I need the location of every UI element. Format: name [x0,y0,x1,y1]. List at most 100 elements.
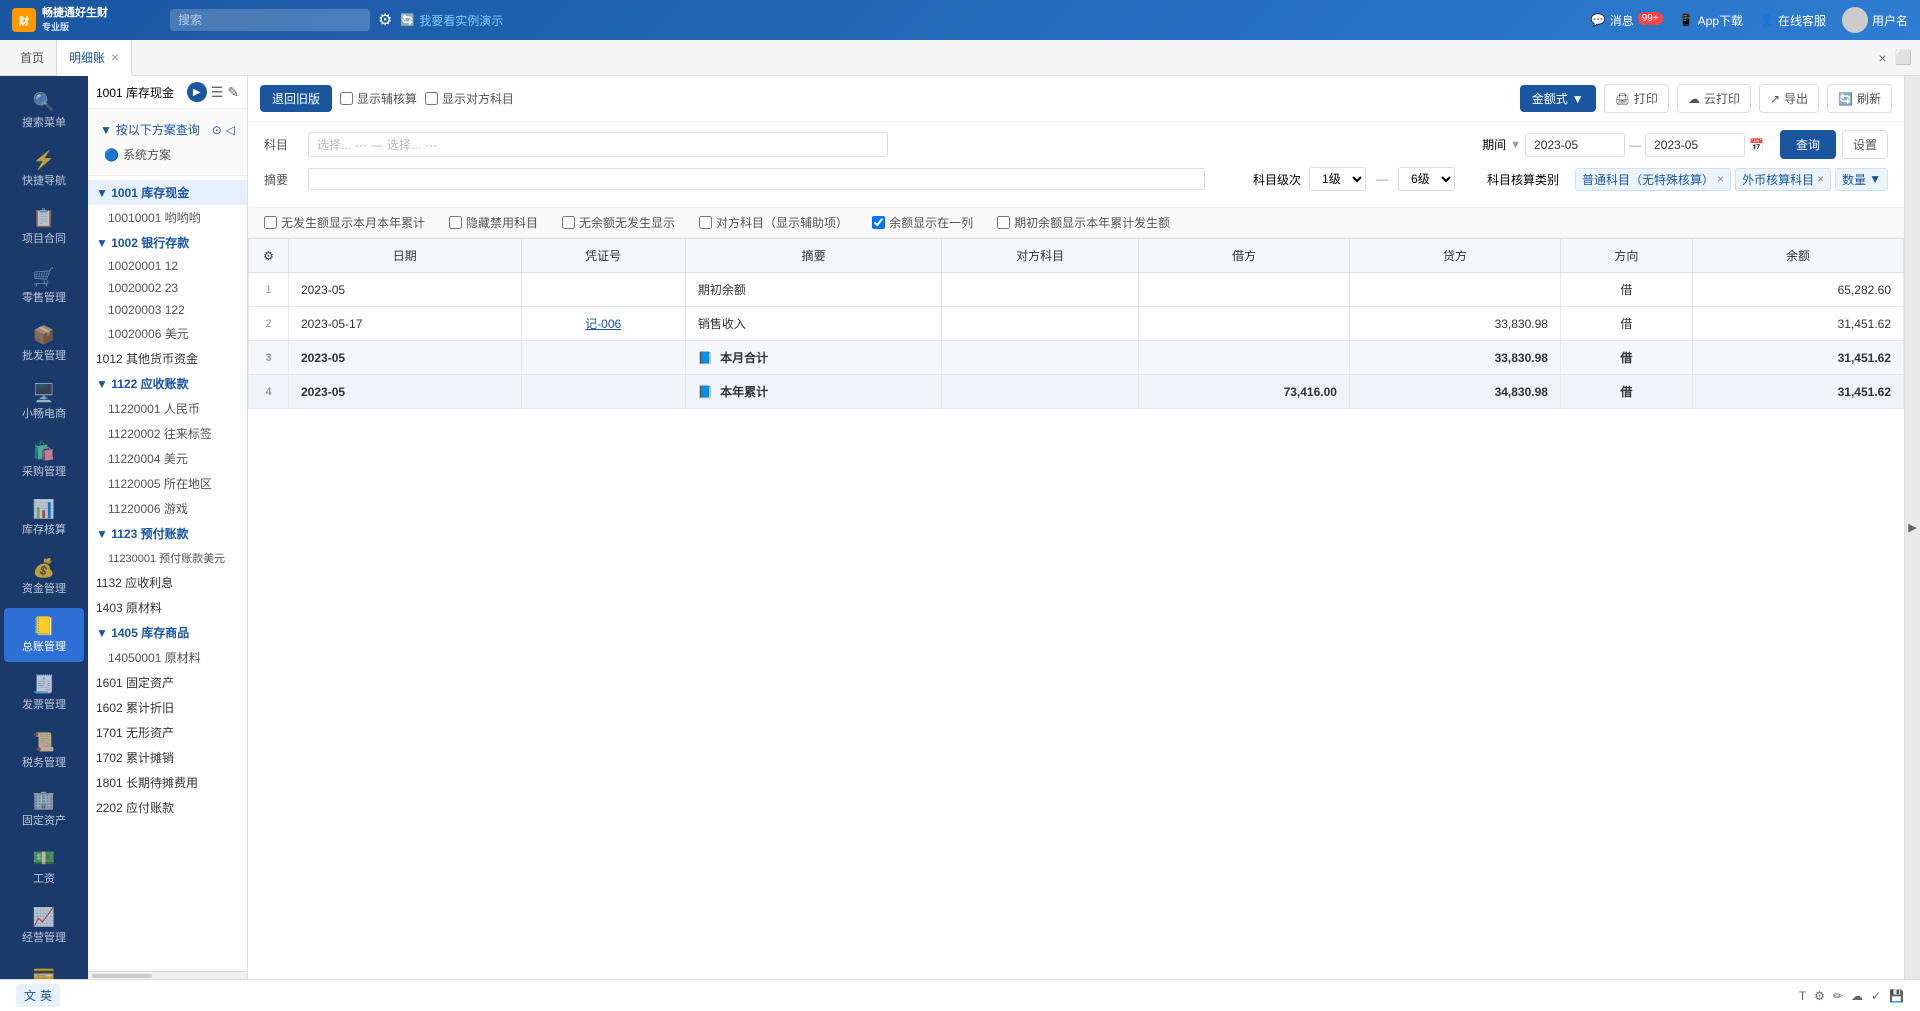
voucher-link-2[interactable]: 记-006 [585,317,621,331]
settings-button[interactable]: 设置 [1842,130,1888,159]
scheme-item[interactable]: 🔵 系统方案 [96,142,239,167]
tree-item-1801[interactable]: 1801 长期待摊费用 [88,770,247,795]
option-no-balance-input[interactable] [264,216,277,229]
sidebar-item-inventory[interactable]: 📊 库存核算 [4,491,84,545]
print-button[interactable]: 🖨 打印 [1604,84,1669,113]
tree-item-1602[interactable]: 1602 累计折旧 [88,695,247,720]
gear-icon[interactable]: ⚙ [378,10,392,30]
sidebar-item-salary[interactable]: 💵 工资 [4,840,84,894]
option-opening-balance-input[interactable] [997,216,1010,229]
tree-item-1001[interactable]: ▼ 1001 库存现金 [88,180,247,205]
tree-item-1123[interactable]: ▼ 1123 预付账款 [88,521,247,546]
demo-button[interactable]: 🔄 我要看实例演示 [400,12,503,29]
period-end-input[interactable] [1645,133,1745,157]
option-no-balance2[interactable]: 无余额无发生显示 [562,214,675,231]
tree-item-14050001[interactable]: 14050001 原材料 [88,645,247,670]
refresh-button[interactable]: 🔄 刷新 [1827,84,1892,113]
sidebar-item-assets[interactable]: 🏢 固定资产 [4,782,84,836]
tree-item-1122[interactable]: ▼ 1122 应收账款 [88,371,247,396]
sidebar-item-xc-sales[interactable]: 💳 小畅报销 [4,957,84,979]
sidebar-item-invoice[interactable]: 🧾 发票管理 [4,666,84,720]
subject-input-container[interactable]: 选择... ··· — 选择... ··· [308,132,888,157]
tab-close-all-button[interactable]: × [1878,49,1886,66]
top-search-input[interactable] [170,9,370,31]
tab-home[interactable]: 首页 [8,40,57,76]
tree-item-1002[interactable]: ▼ 1002 银行存款 [88,230,247,255]
option-hide-disabled-input[interactable] [449,216,462,229]
online-service-button[interactable]: 👤 在线客服 [1759,12,1826,29]
amount-format-button[interactable]: 金额式 ▼ [1520,85,1596,112]
tree-item-11220004[interactable]: 11220004 美元 [88,446,247,471]
option-balance-one-col[interactable]: 余额显示在一列 [872,214,973,231]
tree-item-11220006[interactable]: 11220006 游戏 [88,496,247,521]
option-no-balance2-input[interactable] [562,216,575,229]
option-opening-balance[interactable]: 期初余额显示本年累计发生额 [997,214,1170,231]
sidebar-item-project[interactable]: 📋 项目合同 [4,200,84,254]
horizontal-scrollbar[interactable] [88,971,247,979]
tree-item-10020002[interactable]: 10020002 23 [88,277,247,299]
sync-icon[interactable]: ✓ [1871,989,1881,1003]
tab-detail[interactable]: 明细账 × [57,40,132,76]
message-button[interactable]: 💬 消息 99+ [1591,12,1663,29]
export-button[interactable]: ↗ 导出 [1759,84,1819,113]
user-avatar[interactable]: 用户名 [1842,7,1908,33]
tree-item-1601[interactable]: 1601 固定资产 [88,670,247,695]
cloud-bottom-icon[interactable]: ☁ [1851,989,1863,1003]
list-icon[interactable]: ☰ [211,84,224,101]
show-audit-checkbox[interactable]: 显示辅核算 [340,90,417,107]
edit-bottom-icon[interactable]: ✏ [1833,989,1843,1003]
sidebar-item-ledger[interactable]: 📒 总账管理 [4,608,84,662]
option-counter-subject[interactable]: 对方科目（显示辅助项） [699,214,848,231]
level-end-select[interactable]: 6级3级4级 [1398,167,1455,191]
tag-close-normal[interactable]: × [1717,172,1724,186]
edit-icon[interactable]: ✎ [227,84,239,101]
summary-input[interactable] [308,168,1205,190]
tree-item-1701[interactable]: 1701 无形资产 [88,720,247,745]
period-start-input[interactable] [1525,133,1625,157]
font-icon[interactable]: T [1799,989,1806,1003]
right-collapse-panel[interactable]: ▶ [1904,76,1920,979]
tree-item-1702[interactable]: 1702 累计摊销 [88,745,247,770]
tree-item-1012[interactable]: 1012 其他货币资金 [88,346,247,371]
tree-item-11220005[interactable]: 11220005 所在地区 [88,471,247,496]
option-counter-subject-input[interactable] [699,216,712,229]
sidebar-item-retail[interactable]: 🛒 零售管理 [4,259,84,313]
tree-item-10020001[interactable]: 10020001 12 [88,255,247,277]
tree-item-1405[interactable]: ▼ 1405 库存商品 [88,620,247,645]
search-button[interactable]: 查询 [1780,130,1836,159]
language-button[interactable]: 文 英 [16,984,60,1007]
back-to-old-button[interactable]: 退回旧版 [260,85,332,112]
settings-bottom-icon[interactable]: ⚙ [1814,989,1825,1003]
tree-item-10010001[interactable]: 10010001 哟哟哟 [88,205,247,230]
sidebar-item-quick-nav[interactable]: ⚡ 快捷导航 [4,142,84,196]
settings-circle-icon[interactable]: ⊙ [212,123,222,137]
tree-item-11220001[interactable]: 11220001 人民币 [88,396,247,421]
sidebar-item-ecommerce[interactable]: 🖥️ 小畅电商 [4,375,84,429]
tree-item-11220002[interactable]: 11220002 往来标签 [88,421,247,446]
calendar-icon[interactable]: 📅 [1749,138,1764,152]
option-hide-disabled[interactable]: 隐藏禁用科目 [449,214,538,231]
collapse-icon[interactable]: ◁ [226,123,235,137]
level-start-select[interactable]: 1级2级3级 [1309,167,1366,191]
tree-item-10020003[interactable]: 10020003 122 [88,299,247,321]
sidebar-item-tax[interactable]: 📜 税务管理 [4,724,84,778]
show-counter-input[interactable] [425,92,438,105]
show-counter-checkbox[interactable]: 显示对方科目 [425,90,514,107]
option-no-balance[interactable]: 无发生额显示本月本年累计 [264,214,425,231]
tab-maximize-button[interactable]: ⬜ [1895,49,1912,66]
query-title[interactable]: ▼ 按以下方案查询 ⊙ ◁ [96,117,239,142]
tree-item-1403[interactable]: 1403 原材料 [88,595,247,620]
save-icon[interactable]: 💾 [1889,989,1904,1003]
tag-close-foreign[interactable]: × [1817,172,1824,186]
app-download-button[interactable]: 📱 App下载 [1679,12,1743,29]
sidebar-item-search-menu[interactable]: 🔍 搜索菜单 [4,84,84,138]
tree-item-2202[interactable]: 2202 应付账款 [88,795,247,820]
nav-next-button[interactable]: ▶ [187,82,207,102]
show-audit-input[interactable] [340,92,353,105]
sidebar-item-purchase[interactable]: 🛍️ 采购管理 [4,433,84,487]
option-balance-one-col-input[interactable] [872,216,885,229]
tree-item-10020006[interactable]: 10020006 美元 [88,321,247,346]
cloud-print-button[interactable]: ☁ 云打印 [1677,84,1751,113]
sidebar-item-business[interactable]: 📈 经营管理 [4,899,84,953]
tree-item-1132[interactable]: 1132 应收利息 [88,570,247,595]
